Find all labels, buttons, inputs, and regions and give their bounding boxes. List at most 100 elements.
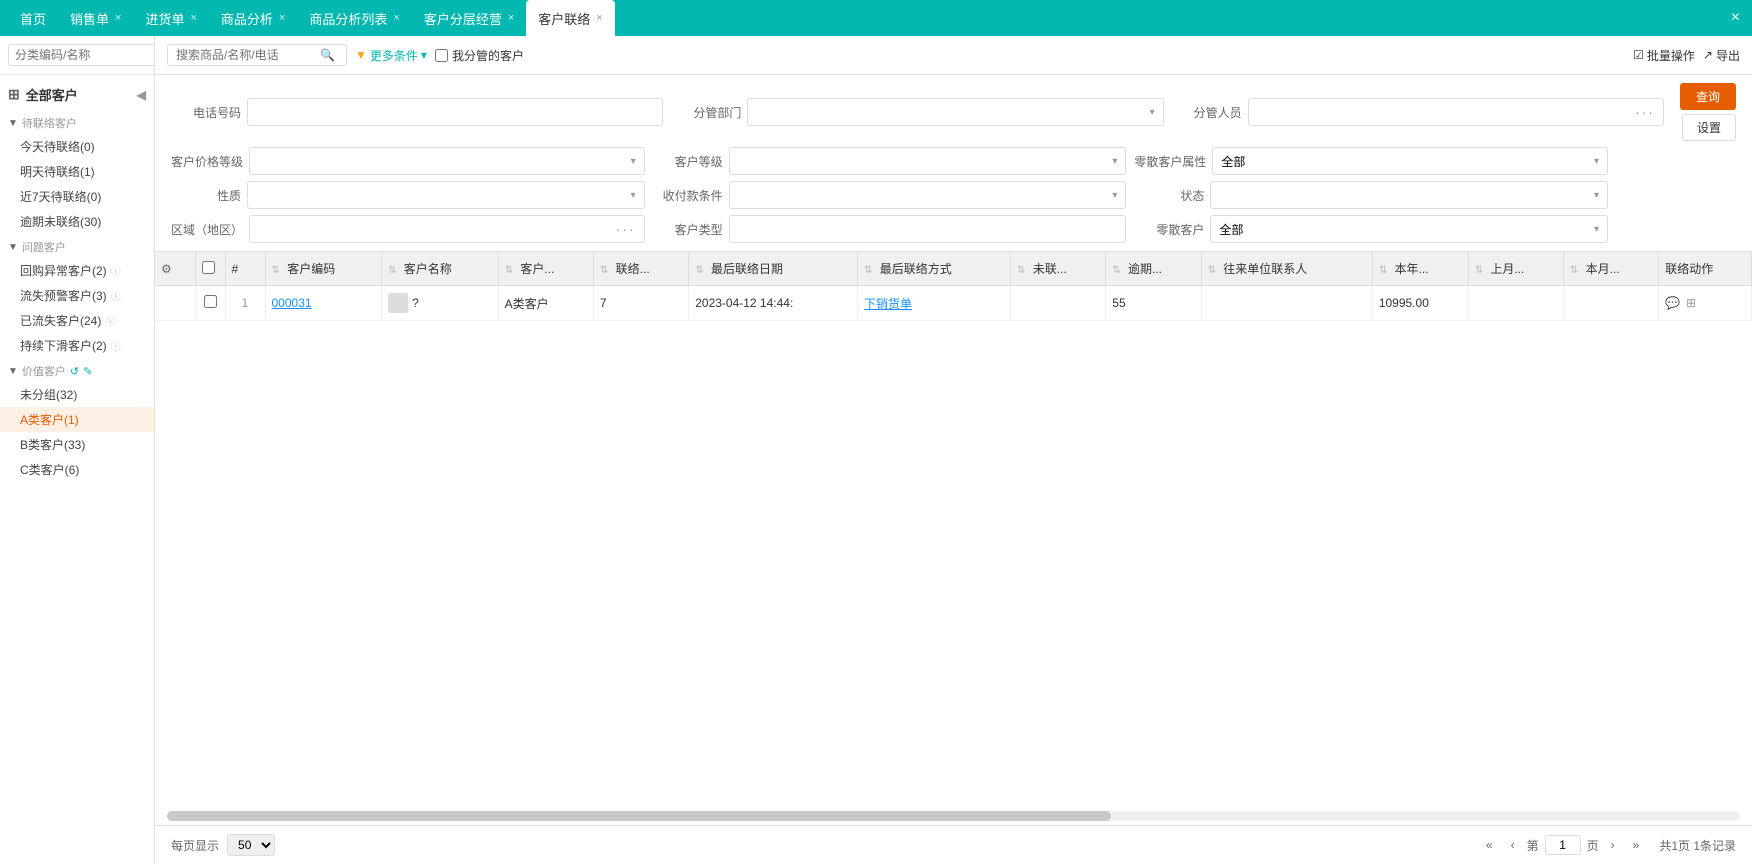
- horizontal-scrollbar[interactable]: [167, 811, 1740, 821]
- col-contacts-header[interactable]: ⇅ 往来单位联系人: [1201, 252, 1372, 286]
- filter-label-retail-attr: 零散客户属性: [1134, 153, 1206, 170]
- refresh-icon[interactable]: ↺: [70, 365, 79, 378]
- sidebar-item-today[interactable]: 今天待联络(0): [0, 134, 154, 159]
- right-actions: ☑ 批量操作 ↗ 导出: [1633, 47, 1740, 64]
- nav-product-analysis[interactable]: 商品分析 ×: [209, 0, 297, 36]
- filter-search-input[interactable]: [176, 48, 316, 62]
- col-last-contact-date-header[interactable]: ⇅ 最后联络日期: [689, 252, 858, 286]
- page-input[interactable]: [1545, 835, 1581, 855]
- nav-purchase-order[interactable]: 进货单 ×: [133, 0, 208, 36]
- row-contact-count: 7: [593, 286, 688, 321]
- filter-input-region[interactable]: ···: [249, 215, 645, 243]
- select-all-checkbox[interactable]: [202, 261, 215, 274]
- export-button[interactable]: ↗ 导出: [1703, 47, 1740, 64]
- content-area: 🔍 ▼ 更多条件 ▾ 我分管的客户 ☑ 批量操作 ↗ 导出: [155, 36, 1752, 864]
- sidebar-group-problem-customers[interactable]: ▼ 问题客户: [0, 234, 154, 258]
- col-uncontacted-header[interactable]: ⇅ 未联...: [1010, 252, 1105, 286]
- sidebar-item-unclassified[interactable]: 未分组(32): [0, 382, 154, 407]
- row-checkbox-cell[interactable]: [195, 286, 225, 321]
- row-checkbox[interactable]: [204, 295, 217, 308]
- sidebar-item-class-b[interactable]: B类客户(33): [0, 432, 154, 457]
- chevron-payment-icon: ▾: [1112, 190, 1117, 201]
- sidebar-group-pending-contact[interactable]: ▼ 待联络客户: [0, 110, 154, 134]
- close-all-tabs[interactable]: ×: [1731, 9, 1740, 27]
- row-settings: [155, 286, 195, 321]
- filter-more-conditions[interactable]: ▼ 更多条件 ▾: [355, 47, 427, 64]
- filter-input-payment[interactable]: ▾: [729, 181, 1127, 209]
- row-action-icon-1[interactable]: 💬: [1665, 296, 1680, 310]
- filter-input-price-level[interactable]: ▾: [249, 147, 645, 175]
- table-area: ⚙ # ⇅ 客户编码 ⇅ 客户名称: [155, 252, 1752, 807]
- nav-close-product-analysis-list[interactable]: ×: [393, 12, 399, 24]
- nav-home[interactable]: 首页: [8, 0, 58, 36]
- nav-product-analysis-list[interactable]: 商品分析列表 ×: [297, 0, 411, 36]
- sidebar-search-input[interactable]: [8, 44, 155, 66]
- settings-col-icon[interactable]: ⚙: [161, 262, 172, 276]
- page-prev-btn[interactable]: ‹: [1505, 836, 1521, 854]
- sort-type-icon: ⇅: [505, 265, 513, 276]
- sidebar-item-class-c[interactable]: C类客户(6): [0, 457, 154, 482]
- filter-search-icon[interactable]: 🔍: [320, 48, 335, 62]
- settings-button[interactable]: 设置: [1682, 114, 1736, 141]
- col-name-header[interactable]: ⇅ 客户名称: [382, 252, 499, 286]
- sidebar-item-declining[interactable]: 持续下滑客户(2) ⓘ: [0, 333, 154, 358]
- sidebar-group-value-customers[interactable]: ▼ 价值客户 ↺ ✎: [0, 358, 154, 382]
- col-last-month-header[interactable]: ⇅ 上月...: [1468, 252, 1563, 286]
- page-next-btn[interactable]: ›: [1605, 836, 1621, 854]
- col-checkbox-header[interactable]: [195, 252, 225, 286]
- filter-input-retail-attr[interactable]: 全部 ▾: [1212, 147, 1608, 175]
- filter-input-customer-type[interactable]: [729, 215, 1127, 243]
- col-contact-count-header[interactable]: ⇅ 联络...: [593, 252, 688, 286]
- filter-input-dept[interactable]: ▾: [747, 98, 1163, 126]
- sidebar-item-repurchase-anomaly[interactable]: 回购异常客户(2) ⓘ: [0, 258, 154, 283]
- query-button[interactable]: 查询: [1680, 83, 1736, 110]
- sidebar-item-7days[interactable]: 近7天待联络(0): [0, 184, 154, 209]
- sidebar-item-class-a[interactable]: A类客户(1): [0, 407, 154, 432]
- nav-close-customer-contact[interactable]: ×: [596, 12, 602, 24]
- nav-close-sales[interactable]: ×: [115, 12, 121, 24]
- col-this-month-header[interactable]: ⇅ 本月...: [1563, 252, 1658, 286]
- my-customers-checkbox[interactable]: [435, 49, 448, 62]
- info-icon-3: ⓘ: [105, 313, 115, 328]
- col-code-header[interactable]: ⇅ 客户编码: [265, 252, 382, 286]
- edit-icon[interactable]: ✎: [83, 365, 92, 378]
- filter-input-status[interactable]: ▾: [1210, 181, 1608, 209]
- page-size-select[interactable]: 50: [227, 834, 275, 856]
- nav-close-product-analysis[interactable]: ×: [279, 12, 285, 24]
- col-customer-type-header[interactable]: ⇅ 客户...: [498, 252, 593, 286]
- row-action-icon-2[interactable]: ⊞: [1686, 296, 1696, 310]
- sort-contacts-icon: ⇅: [1208, 265, 1216, 276]
- batch-op-button[interactable]: ☑ 批量操作: [1633, 47, 1695, 64]
- filter-input-person[interactable]: ···: [1248, 98, 1664, 126]
- nav-close-purchase[interactable]: ×: [190, 12, 196, 24]
- adv-filter-row-4: 区域（地区） ··· 客户类型 零散客户 全部 ▾: [171, 215, 1736, 243]
- row-actions[interactable]: 💬 ⊞: [1659, 286, 1752, 321]
- col-overdue-header[interactable]: ⇅ 逾期...: [1106, 252, 1201, 286]
- nav-sales-order[interactable]: 销售单 ×: [58, 0, 133, 36]
- sidebar-item-overdue[interactable]: 逾期未联络(30): [0, 209, 154, 234]
- col-this-year-header[interactable]: ⇅ 本年...: [1372, 252, 1468, 286]
- sidebar-item-churned[interactable]: 已流失客户(24) ⓘ: [0, 308, 154, 333]
- scrollbar-thumb[interactable]: [167, 811, 1111, 821]
- chevron-status-icon: ▾: [1594, 190, 1599, 201]
- row-last-contact-method[interactable]: 下销货单: [857, 286, 1010, 321]
- nav-close-customer-tier[interactable]: ×: [508, 12, 514, 24]
- row-code[interactable]: 000031: [265, 286, 382, 321]
- filter-input-customer-level[interactable]: ▾: [729, 147, 1127, 175]
- filter-input-phone[interactable]: [247, 98, 663, 126]
- collapse-icon[interactable]: ◀: [137, 88, 146, 102]
- col-last-contact-method-header[interactable]: ⇅ 最后联络方式: [857, 252, 1010, 286]
- page-last-btn[interactable]: »: [1627, 836, 1646, 854]
- nav-customer-contact[interactable]: 客户联络 ×: [526, 0, 614, 36]
- sidebar-all-customers[interactable]: ⊞ 全部客户 ◀: [0, 79, 154, 110]
- sidebar-item-churn-warning[interactable]: 流失预警客户(3) ⓘ: [0, 283, 154, 308]
- filter-input-retail-customer[interactable]: 全部 ▾: [1210, 215, 1608, 243]
- chevron-retail-cust-icon: ▾: [1594, 224, 1599, 235]
- filter-field-retail-customer: 零散客户 全部 ▾: [1134, 215, 1608, 243]
- page-first-btn[interactable]: «: [1480, 836, 1499, 854]
- sidebar-item-tomorrow[interactable]: 明天待联络(1): [0, 159, 154, 184]
- my-customers-checkbox-container[interactable]: 我分管的客户: [435, 47, 524, 64]
- col-settings[interactable]: ⚙: [155, 252, 195, 286]
- nav-customer-tier[interactable]: 客户分层经营 ×: [412, 0, 526, 36]
- filter-input-nature[interactable]: ▾: [247, 181, 645, 209]
